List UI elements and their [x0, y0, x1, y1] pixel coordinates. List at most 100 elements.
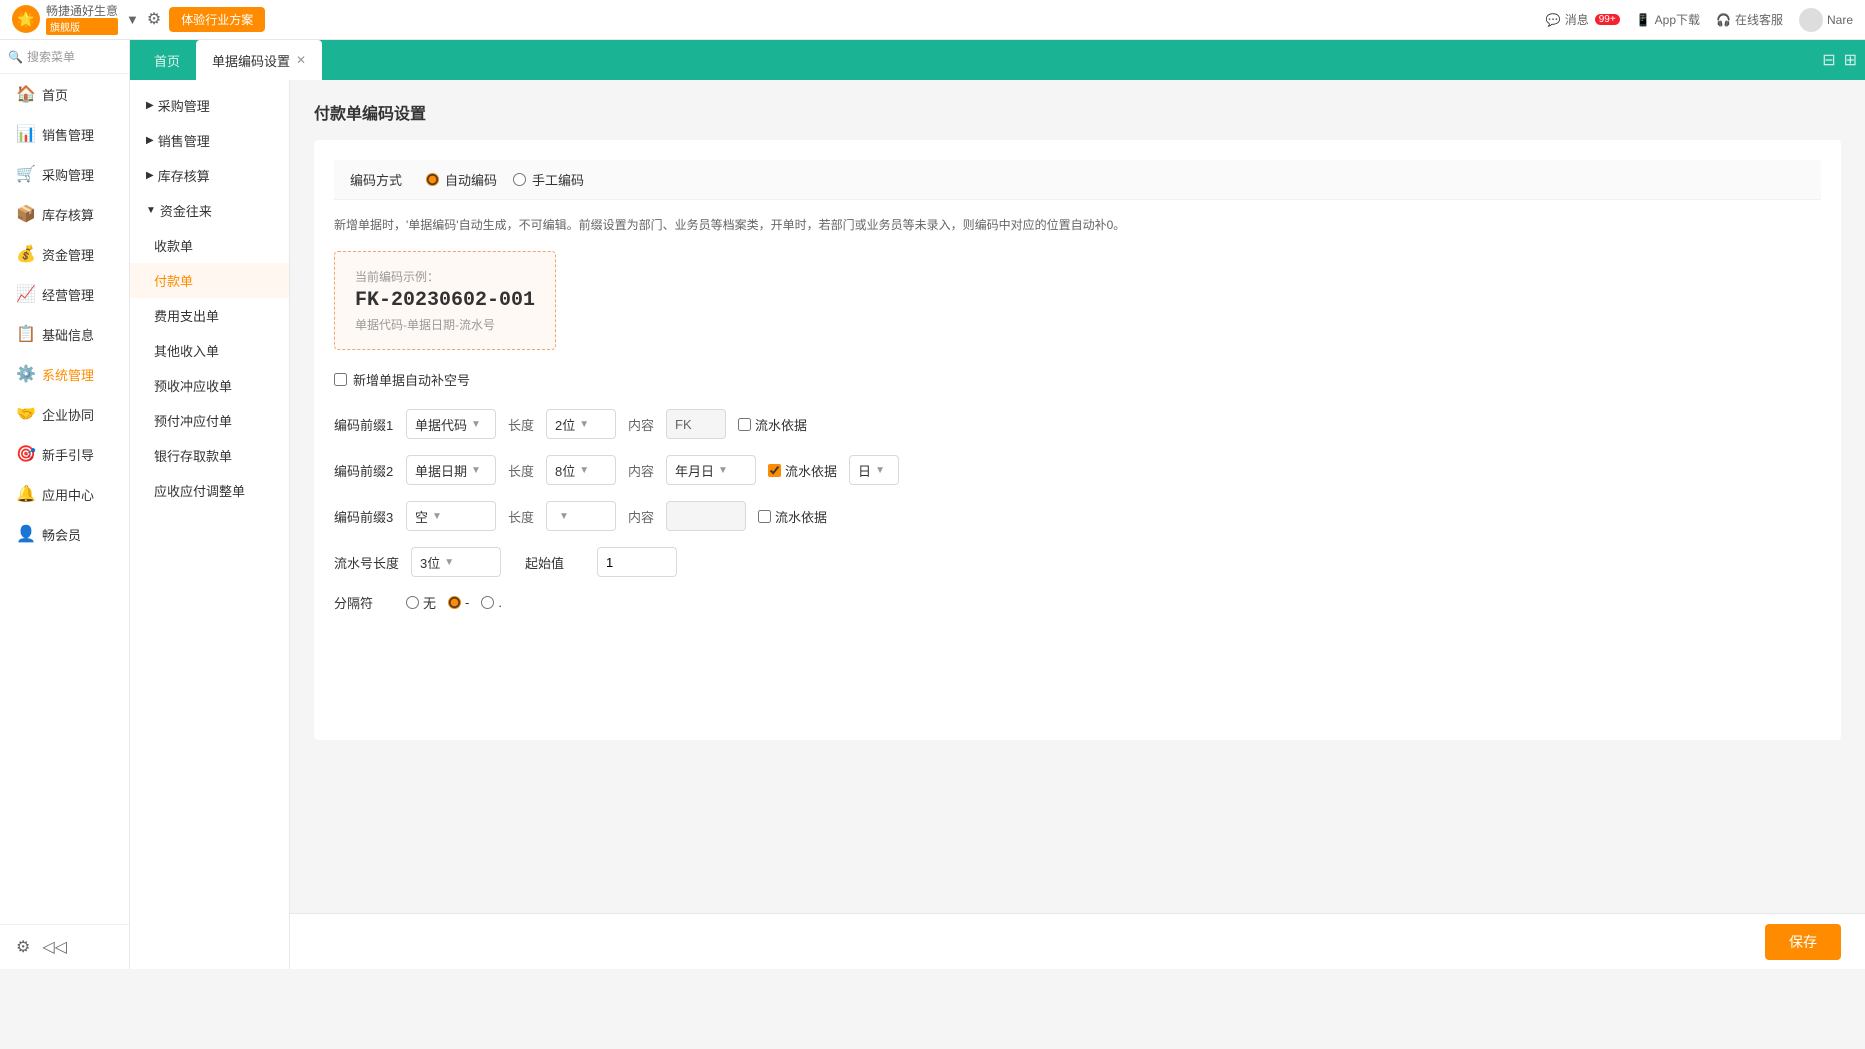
prefix2-dropdown-icon: ▼ [471, 465, 481, 476]
separator-dot-option[interactable]: . [481, 595, 502, 610]
tab-maximize-icon[interactable]: ⊞ [1844, 50, 1857, 70]
sidebar-item-basics[interactable]: 📋 基础信息 [0, 314, 129, 354]
sub-item-payment[interactable]: 付款单 [130, 263, 289, 298]
sidebar-item-sales[interactable]: 📊 销售管理 [0, 114, 129, 154]
app-download-btn[interactable]: 📱 App下载 [1636, 11, 1700, 28]
serial-length-select[interactable]: 3位 ▼ [411, 547, 501, 577]
settings-icon[interactable]: ⚙ [147, 9, 161, 29]
sub-group-purchase-label: 采购管理 [158, 96, 210, 115]
sidebar-item-system[interactable]: ⚙️ 系统管理 [0, 354, 129, 394]
sidebar-item-member[interactable]: 👤 畅会员 [0, 514, 129, 554]
length3-label: 长度 [508, 507, 534, 526]
watermark2-label: 流水依据 [785, 461, 837, 480]
info-text: 新增单据时，'单据编码'自动生成，不可编辑。前缀设置为部门、业务员等档案类，开单… [334, 216, 1821, 235]
arrow-right-icon: ▶ [146, 100, 154, 111]
length2-select[interactable]: 8位 ▼ [546, 455, 616, 485]
length1-dropdown-icon: ▼ [579, 419, 589, 430]
sidebar-inventory-label: 库存核算 [42, 205, 94, 224]
collapse-icon[interactable]: ◁◁ [42, 937, 67, 957]
sidebar-search[interactable]: 🔍 搜索菜单 [0, 40, 129, 74]
sub-item-bank[interactable]: 银行存取款单 [130, 438, 289, 473]
online-service-btn[interactable]: 🎧 在线客服 [1716, 11, 1783, 28]
sub-item-expense[interactable]: 费用支出单 [130, 298, 289, 333]
watermark3-checkbox[interactable] [758, 510, 771, 523]
trial-btn[interactable]: 体验行业方案 [169, 7, 265, 32]
sidebar-item-purchase[interactable]: 🛒 采购管理 [0, 154, 129, 194]
auto-code-label: 自动编码 [445, 170, 497, 189]
sub-group-capital[interactable]: ▼ 资金往来 [130, 193, 289, 228]
sub-item-payment-label: 付款单 [154, 271, 193, 290]
start-value-input[interactable] [597, 547, 677, 577]
message-btn[interactable]: 💬 消息 99+ [1546, 11, 1620, 28]
sub-group-inventory[interactable]: ▶ 库存核算 [130, 158, 289, 193]
sidebar-item-finance[interactable]: 💰 资金管理 [0, 234, 129, 274]
code-example-title: 当前编码示例： [355, 268, 535, 285]
logo-icon: 🌟 [12, 5, 40, 33]
app-logo: 🌟 畅捷通好生意 旗舰版 [12, 4, 118, 35]
serial-length-label: 流水号长度 [334, 553, 399, 572]
sub-sidebar: ▶ 采购管理 ▶ 销售管理 ▶ 库存核算 ▼ 资金往来 收款单 付款单 费用支出… [130, 80, 290, 969]
separator-none-radio[interactable] [406, 596, 419, 609]
sidebar: 🔍 搜索菜单 🏠 首页 📊 销售管理 🛒 采购管理 📦 库存核算 💰 资金管理 … [0, 0, 130, 969]
sidebar-item-inventory[interactable]: 📦 库存核算 [0, 194, 129, 234]
sub-item-ar-ap-adjust[interactable]: 应收应付调整单 [130, 473, 289, 508]
length3-dropdown-icon: ▼ [559, 511, 569, 522]
prefix1-select[interactable]: 单据代码 ▼ [406, 409, 496, 439]
sidebar-item-operations[interactable]: 📈 经营管理 [0, 274, 129, 314]
user-avatar-btn[interactable]: Nare [1799, 8, 1853, 32]
enterprise-icon: 🤝 [16, 404, 34, 424]
manual-code-radio-label[interactable]: 手工编码 [513, 170, 584, 189]
coding-method-group: 编码方式 自动编码 手工编码 [334, 160, 1821, 200]
code-example-value: FK-20230602-001 [355, 289, 535, 312]
tab-minimize-icon[interactable]: ⊟ [1822, 50, 1835, 70]
sub-item-prepaid-receivable[interactable]: 预收冲应收单 [130, 368, 289, 403]
auto-code-radio[interactable] [426, 173, 439, 186]
auto-code-radio-label[interactable]: 自动编码 [426, 170, 497, 189]
top-bar-nav: ▼ ⚙ [126, 9, 161, 29]
content3-input [666, 501, 746, 531]
separator-dash-radio[interactable] [448, 596, 461, 609]
sub-item-prepaid-payable[interactable]: 预付冲应付单 [130, 403, 289, 438]
prefix2-select[interactable]: 单据日期 ▼ [406, 455, 496, 485]
sidebar-item-guide[interactable]: 🎯 新手引导 [0, 434, 129, 474]
sub-item-other-income[interactable]: 其他收入单 [130, 333, 289, 368]
watermark2-unit-select[interactable]: 日 ▼ [849, 455, 899, 485]
length2-label: 长度 [508, 461, 534, 480]
nav-tabs-actions: ⊟ ⊞ [1822, 50, 1857, 70]
separator-none-option[interactable]: 无 [406, 593, 436, 612]
nav-dropdown-btn[interactable]: ▼ [126, 12, 139, 27]
watermark2-unit-dropdown-icon: ▼ [875, 465, 885, 476]
auto-fill-checkbox[interactable] [334, 373, 347, 386]
serial-length-value: 3位 [420, 553, 440, 572]
sub-group-purchase[interactable]: ▶ 采购管理 [130, 88, 289, 123]
content2-select[interactable]: 年月日 ▼ [666, 455, 756, 485]
sales-icon: 📊 [16, 124, 34, 144]
save-button[interactable]: 保存 [1765, 924, 1841, 960]
length1-select[interactable]: 2位 ▼ [546, 409, 616, 439]
prefix3-select[interactable]: 空 ▼ [406, 501, 496, 531]
member-icon: 👤 [16, 524, 34, 544]
sidebar-item-home[interactable]: 🏠 首页 [0, 74, 129, 114]
watermark2-checkbox[interactable] [768, 464, 781, 477]
watermark1-checkbox[interactable] [738, 418, 751, 431]
tab-code-settings[interactable]: 单据编码设置 ✕ [196, 40, 322, 80]
length3-select[interactable]: ▼ [546, 501, 616, 531]
tab-close-icon[interactable]: ✕ [296, 53, 306, 67]
manual-code-radio[interactable] [513, 173, 526, 186]
content2-label: 内容 [628, 461, 654, 480]
arrow-right-icon2: ▶ [146, 135, 154, 146]
sub-item-bank-label: 银行存取款单 [154, 446, 232, 465]
system-icon: ⚙️ [16, 364, 34, 384]
separator-dot-radio[interactable] [481, 596, 494, 609]
separator-dash-option[interactable]: - [448, 595, 469, 610]
sub-group-capital-label: 资金往来 [160, 201, 212, 220]
guide-icon: 🎯 [16, 444, 34, 464]
sidebar-item-appstore[interactable]: 🔔 应用中心 [0, 474, 129, 514]
tab-home[interactable]: 首页 [138, 40, 196, 80]
settings-bottom-icon[interactable]: ⚙ [16, 937, 30, 957]
sub-item-receipt[interactable]: 收款单 [130, 228, 289, 263]
prefix1-dropdown-icon: ▼ [471, 419, 481, 430]
sidebar-item-enterprise[interactable]: 🤝 企业协同 [0, 394, 129, 434]
code-example-desc: 单据代码-单据日期-流水号 [355, 316, 535, 333]
sub-group-sales[interactable]: ▶ 销售管理 [130, 123, 289, 158]
